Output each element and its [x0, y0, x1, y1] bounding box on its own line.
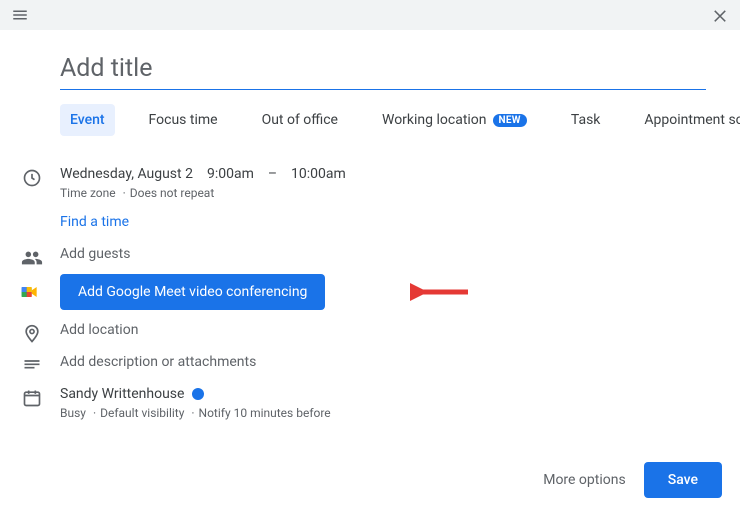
tab-label: Working location	[382, 112, 487, 128]
topbar	[0, 0, 740, 30]
event-title-input[interactable]	[60, 50, 706, 90]
tab-label: Appointment schedule	[644, 112, 740, 128]
add-description-field[interactable]: Add description or attachments	[60, 354, 706, 370]
calendar-icon	[20, 386, 44, 410]
tab-event[interactable]: Event	[60, 104, 115, 136]
new-badge: NEW	[493, 114, 527, 127]
timezone-link[interactable]: Time zone	[60, 186, 116, 200]
tab-label: Task	[571, 112, 601, 128]
people-icon	[20, 246, 44, 270]
repeat-link[interactable]: Does not repeat	[119, 186, 215, 200]
tab-label: Focus time	[149, 112, 218, 128]
location-pin-icon	[20, 322, 44, 346]
add-google-meet-button[interactable]: Add Google Meet video conferencing	[60, 274, 325, 310]
tab-focus-time[interactable]: Focus time	[139, 104, 228, 136]
more-options-link[interactable]: More options	[543, 472, 626, 488]
event-end-time[interactable]: 10:00am	[291, 166, 346, 182]
event-start-time[interactable]: 9:00am	[207, 166, 254, 182]
notification-label[interactable]: Notify 10 minutes before	[187, 406, 330, 420]
tab-task[interactable]: Task	[561, 104, 611, 136]
add-location-field[interactable]: Add location	[60, 322, 706, 338]
visibility-label[interactable]: Default visibility	[89, 406, 184, 420]
footer-actions: More options Save	[543, 462, 722, 498]
tab-working-location[interactable]: Working location NEW	[372, 104, 537, 136]
tab-label: Event	[70, 112, 105, 128]
google-meet-icon	[20, 282, 40, 302]
hamburger-menu-icon[interactable]	[8, 3, 32, 27]
find-a-time-link[interactable]: Find a time	[60, 214, 129, 230]
availability-label[interactable]: Busy	[60, 406, 86, 420]
organizer-name[interactable]: Sandy Writtenhouse	[60, 386, 184, 402]
tab-label: Out of office	[262, 112, 338, 128]
annotation-arrow	[410, 281, 470, 303]
event-type-tabs: Event Focus time Out of office Working l…	[60, 104, 706, 136]
time-separator: –	[268, 166, 277, 182]
close-icon[interactable]	[708, 3, 732, 27]
save-button[interactable]: Save	[644, 462, 722, 498]
tab-appointment-schedule[interactable]: Appointment schedule	[634, 104, 740, 136]
event-date[interactable]: Wednesday, August 2	[60, 166, 193, 182]
description-icon	[20, 354, 44, 378]
add-guests-field[interactable]: Add guests	[60, 246, 706, 262]
calendar-color-dot[interactable]	[192, 388, 204, 400]
tab-out-of-office[interactable]: Out of office	[252, 104, 348, 136]
clock-icon	[20, 166, 44, 190]
